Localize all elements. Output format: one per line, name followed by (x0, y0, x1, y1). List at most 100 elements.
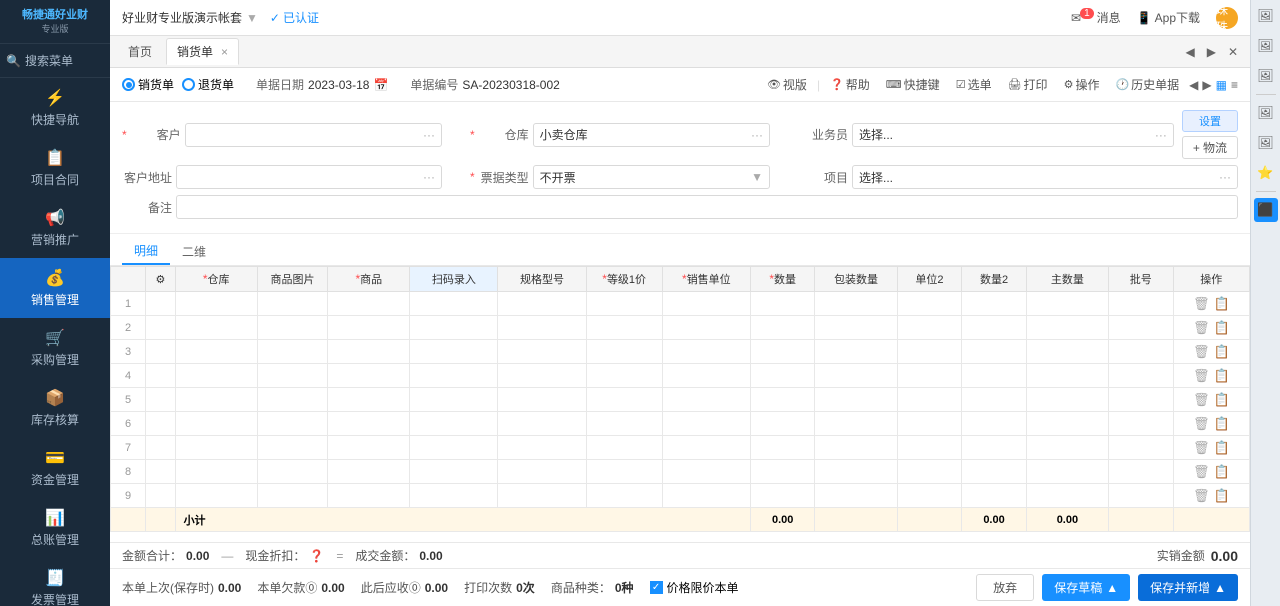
print-btn[interactable]: 🖨 打印 (1002, 74, 1054, 95)
row-1-sales-unit[interactable] (662, 292, 750, 316)
row-1-unit2[interactable] (897, 292, 962, 316)
row-1-price1[interactable] (586, 292, 662, 316)
row-7-delete-btn[interactable]: 🗑 (1193, 440, 1210, 456)
rp-btn-3[interactable]: 🖼 (1254, 64, 1278, 88)
user-avatar-btn[interactable]: 珠珠 (1216, 7, 1238, 29)
app-download-btn[interactable]: 📱 App下载 (1137, 9, 1200, 26)
row-1-qty[interactable] (750, 292, 815, 316)
row-5-copy-btn[interactable]: 📋 (1213, 392, 1229, 408)
rp-btn-active[interactable]: ⬛ (1254, 198, 1278, 222)
toolbar-next-icon[interactable]: ▶ (1202, 78, 1211, 92)
tab-next-btn[interactable]: ▶ (1203, 43, 1220, 61)
row-1-pack-qty[interactable] (815, 292, 897, 316)
row-1-batch[interactable] (1109, 292, 1174, 316)
sidebar-item-capital[interactable]: 💳 资金管理 (0, 438, 110, 498)
radio-return[interactable]: 退货单 (182, 76, 234, 93)
rp-btn-2[interactable]: 🖼 (1254, 34, 1278, 58)
warehouse-input[interactable]: 小卖仓库 ··· (533, 123, 770, 147)
sidebar-item-project[interactable]: 📋 项目合同 (0, 138, 110, 198)
sidebar-item-quick-nav[interactable]: ⚡ 快捷导航 (0, 78, 110, 138)
row-9-copy-btn[interactable]: 📋 (1213, 488, 1229, 504)
rp-btn-4[interactable]: 🖼 (1254, 101, 1278, 125)
discount-help-icon[interactable]: ❓ (309, 549, 324, 563)
tab-detail[interactable]: 明细 (122, 238, 170, 265)
date-value[interactable]: 2023-03-18 (308, 78, 369, 92)
customer-dots[interactable]: ··· (423, 128, 435, 142)
row-2-delete-btn[interactable]: 🗑 (1193, 320, 1210, 336)
th-settings[interactable]: ⚙ (146, 267, 175, 292)
tab-close-btn[interactable]: ✕ (1224, 43, 1242, 61)
row-4-delete-btn[interactable]: 🗑 (1193, 368, 1210, 384)
row-8-delete-btn[interactable]: 🗑 (1193, 464, 1210, 480)
sidebar-item-accounting[interactable]: 📊 总账管理 (0, 498, 110, 558)
view-btn[interactable]: 👁 视版 (761, 74, 813, 95)
salesperson-input[interactable]: 选择... ··· (852, 123, 1174, 147)
row-2-copy-btn[interactable]: 📋 (1213, 320, 1229, 336)
help-btn[interactable]: ❓ 帮助 (824, 74, 876, 95)
message-btn[interactable]: ✉ 1 消息 (1071, 9, 1121, 26)
select-btn[interactable]: ☑ 选单 (950, 74, 998, 95)
row-3-delete-btn[interactable]: 🗑 (1193, 344, 1210, 360)
toolbar-grid-icon[interactable]: ▦ (1216, 78, 1227, 92)
row-1-img[interactable] (257, 292, 327, 316)
row-5-delete-btn[interactable]: 🗑 (1193, 392, 1210, 408)
set-btn[interactable]: 设置 (1182, 110, 1238, 132)
project-dots[interactable]: ··· (1219, 170, 1231, 184)
tab-home[interactable]: 首页 (118, 39, 162, 64)
sidebar-search[interactable]: 🔍 搜索菜单 (0, 44, 110, 78)
toolbar-list-icon[interactable]: ≡ (1231, 78, 1238, 92)
address-dots[interactable]: ··· (423, 170, 435, 184)
operation-btn[interactable]: ⚙ 操作 (1058, 74, 1106, 95)
row-1-delete-btn[interactable]: 🗑 (1193, 296, 1210, 312)
row-1-copy-btn[interactable]: 📋 (1213, 296, 1229, 312)
row-3-copy-btn[interactable]: 📋 (1213, 344, 1229, 360)
row-8-copy-btn[interactable]: 📋 (1213, 464, 1229, 480)
save-new-btn[interactable]: 保存并新增 ▲ (1138, 574, 1238, 601)
rp-btn-5[interactable]: 🖼 (1254, 131, 1278, 155)
project-field: 项目 选择... ··· (798, 165, 1238, 189)
row-1-warehouse[interactable] (175, 292, 257, 316)
rp-btn-1[interactable]: 🖼 (1254, 4, 1278, 28)
address-input[interactable]: ··· (176, 165, 442, 189)
company-selector[interactable]: 好业财专业版演示帐套 ▼ (122, 9, 258, 26)
row-1-qty2[interactable] (962, 292, 1027, 316)
salesperson-field: 业务员 选择... ··· (798, 123, 1174, 147)
row-4-copy-btn[interactable]: 📋 (1213, 368, 1229, 384)
print-count-field: 打印次数 0次 (464, 579, 535, 596)
row-7-copy-btn[interactable]: 📋 (1213, 440, 1229, 456)
row-1-spec[interactable] (498, 292, 586, 316)
row-9-delete-btn[interactable]: 🗑 (1193, 488, 1210, 504)
row-1-scan[interactable] (410, 292, 498, 316)
history-btn[interactable]: 🕐 历史单据 (1109, 74, 1185, 95)
project-input[interactable]: 选择... ··· (852, 165, 1238, 189)
shortcut-btn[interactable]: ⌨ 快捷键 (880, 74, 946, 95)
row-6-delete-btn[interactable]: 🗑 (1193, 416, 1210, 432)
tab-two-dim[interactable]: 二维 (170, 239, 218, 264)
abandon-btn[interactable]: 放弃 (976, 574, 1034, 601)
price-limit-checkbox[interactable]: ✓ 价格限价本单 (650, 579, 739, 596)
radio-sales[interactable]: 销货单 (122, 76, 174, 93)
rp-btn-6[interactable]: ⭐ (1254, 161, 1278, 185)
save-draft-btn[interactable]: 保存草稿 ▲ (1042, 574, 1130, 601)
tab-close-icon[interactable]: × (221, 45, 228, 59)
sidebar-item-purchase[interactable]: 🛒 采购管理 (0, 318, 110, 378)
tab-prev-btn[interactable]: ◀ (1181, 43, 1198, 61)
sidebar-item-invoicing[interactable]: 🧾 发票管理 (0, 558, 110, 606)
row-1-product[interactable] (328, 292, 410, 316)
invoice-select[interactable]: 不开票 ▼ (533, 165, 770, 189)
tab-sales-order[interactable]: 销货单 × (166, 38, 239, 65)
table-row: 1 (111, 292, 1250, 316)
sidebar-item-sales[interactable]: 💰 销售管理 (0, 258, 110, 318)
sidebar-item-marketing[interactable]: 📢 营销推广 (0, 198, 110, 258)
warehouse-dots[interactable]: ··· (751, 128, 763, 142)
calendar-icon[interactable]: 📅 (373, 78, 388, 92)
th-scan-input[interactable]: 扫码录入 (410, 267, 498, 292)
row-1-main-qty[interactable] (1026, 292, 1108, 316)
salesperson-dots[interactable]: ··· (1155, 128, 1167, 142)
toolbar-prev-icon[interactable]: ◀ (1189, 78, 1198, 92)
note-input[interactable] (176, 195, 1238, 219)
add-logistics-btn[interactable]: + 物流 (1182, 136, 1238, 159)
sidebar-item-inventory[interactable]: 📦 库存核算 (0, 378, 110, 438)
row-6-copy-btn[interactable]: 📋 (1213, 416, 1229, 432)
customer-input[interactable]: ··· (185, 123, 442, 147)
